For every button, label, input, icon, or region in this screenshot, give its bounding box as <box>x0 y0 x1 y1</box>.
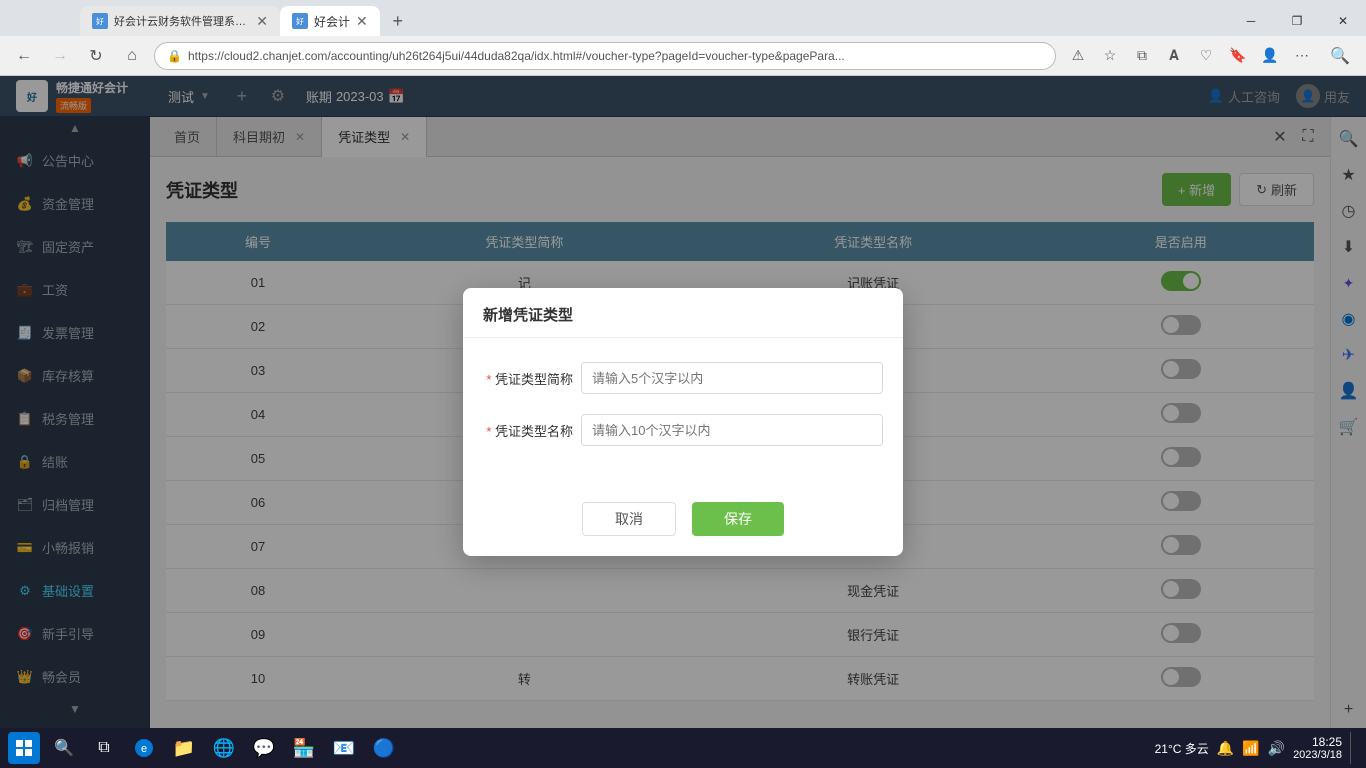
nav-back[interactable]: ← <box>10 42 38 70</box>
taskbar-weather: 21°C 多云 <box>1155 740 1209 757</box>
form-row-abbr: 凭证类型简称 <box>483 362 883 394</box>
dialog-footer: 取消 保存 <box>463 490 903 556</box>
tab1-favicon: 好 <box>92 13 108 29</box>
tab2-title: 好会计 <box>314 13 350 30</box>
taskbar-store[interactable]: 🏪 <box>288 732 320 764</box>
address-bar: ← → ↻ ⌂ 🔒 https://cloud2.chanjet.com/acc… <box>0 36 1366 76</box>
taskbar-time: 18:25 <box>1293 735 1342 749</box>
browser-profile-btn[interactable]: 👤 <box>1256 42 1284 70</box>
taskbar-clock: 18:25 2023/3/18 <box>1293 735 1342 761</box>
browser-extensions-btn[interactable]: ⚠ <box>1064 42 1092 70</box>
taskbar-file-explorer[interactable]: 📁 <box>168 732 200 764</box>
taskbar-task-view[interactable]: ⧉ <box>88 732 120 764</box>
taskbar-browser2[interactable]: 🔵 <box>368 732 400 764</box>
nav-home[interactable]: ⌂ <box>118 42 146 70</box>
taskbar-search-btn[interactable]: 🔍 <box>48 732 80 764</box>
cancel-button[interactable]: 取消 <box>582 502 676 536</box>
url-lock-icon: 🔒 <box>167 49 182 63</box>
svg-text:e: e <box>141 743 147 755</box>
browser-star-btn[interactable]: ☆ <box>1096 42 1124 70</box>
browser-sidebar-search[interactable]: 🔍 <box>1324 42 1356 70</box>
browser-tab-2[interactable]: 好 好会计 ✕ <box>280 6 380 36</box>
abbr-input[interactable] <box>581 362 883 394</box>
new-tab-button[interactable]: + <box>384 7 412 35</box>
url-bar[interactable]: 🔒 https://cloud2.chanjet.com/accounting/… <box>154 42 1056 70</box>
taskbar-date: 2023/3/18 <box>1293 749 1342 761</box>
taskbar-edge[interactable]: e <box>128 732 160 764</box>
taskbar-chrome[interactable]: 🌐 <box>208 732 240 764</box>
browser-menu-btn[interactable]: ⋯ <box>1288 42 1316 70</box>
abbr-label: 凭证类型简称 <box>483 369 573 388</box>
tab1-close[interactable]: ✕ <box>256 13 268 30</box>
dialog-header: 新增凭证类型 <box>463 288 903 338</box>
taskbar: 🔍 ⧉ e 📁 🌐 💬 🏪 📧 🔵 21°C 多云 🔔 📶 🔊 18:25 20… <box>0 728 1366 768</box>
start-btn[interactable] <box>8 732 40 764</box>
browser-window: 好 好会计云财务软件管理系统_会计 ✕ 好 好会计 ✕ + ─ ❐ ✕ ← → … <box>0 0 1366 768</box>
taskbar-mail[interactable]: 📧 <box>328 732 360 764</box>
tab-bar: 好 好会计云财务软件管理系统_会计 ✕ 好 好会计 ✕ + ─ ❐ ✕ <box>0 0 1366 36</box>
dialog-body: 凭证类型简称 凭证类型名称 <box>463 338 903 490</box>
taskbar-speaker-icon[interactable]: 🔊 <box>1268 740 1285 757</box>
url-text: https://cloud2.chanjet.com/accounting/uh… <box>188 49 845 63</box>
tab2-close[interactable]: ✕ <box>356 13 368 30</box>
browser-collection-btn[interactable]: 🔖 <box>1224 42 1252 70</box>
nav-forward[interactable]: → <box>46 42 74 70</box>
taskbar-show-desktop[interactable] <box>1350 732 1358 764</box>
name-label: 凭证类型名称 <box>483 421 573 440</box>
taskbar-right: 21°C 多云 🔔 📶 🔊 18:25 2023/3/18 <box>1155 732 1358 764</box>
nav-refresh[interactable]: ↻ <box>82 42 110 70</box>
dialog: 新增凭证类型 凭证类型简称 凭证类型名称 取消 保存 <box>463 288 903 556</box>
win-close[interactable]: ✕ <box>1320 3 1366 39</box>
name-input[interactable] <box>581 414 883 446</box>
browser-tab-group-btn[interactable]: ⧉ <box>1128 42 1156 70</box>
win-minimize[interactable]: ─ <box>1228 3 1274 39</box>
browser-fav-btn[interactable]: ♡ <box>1192 42 1220 70</box>
tab1-title: 好会计云财务软件管理系统_会计 <box>114 13 250 29</box>
taskbar-wechat[interactable]: 💬 <box>248 732 280 764</box>
form-row-name: 凭证类型名称 <box>483 414 883 446</box>
save-button[interactable]: 保存 <box>692 502 784 536</box>
taskbar-wifi-icon[interactable]: 📶 <box>1242 740 1259 757</box>
dialog-overlay: 新增凭证类型 凭证类型简称 凭证类型名称 取消 保存 <box>0 76 1366 768</box>
tab2-favicon: 好 <box>292 13 308 29</box>
taskbar-notification-icon[interactable]: 🔔 <box>1217 740 1234 757</box>
browser-read-btn[interactable]: 𝐀 <box>1160 42 1188 70</box>
win-maximize[interactable]: ❐ <box>1274 3 1320 39</box>
browser-tab-1[interactable]: 好 好会计云财务软件管理系统_会计 ✕ <box>80 6 280 36</box>
